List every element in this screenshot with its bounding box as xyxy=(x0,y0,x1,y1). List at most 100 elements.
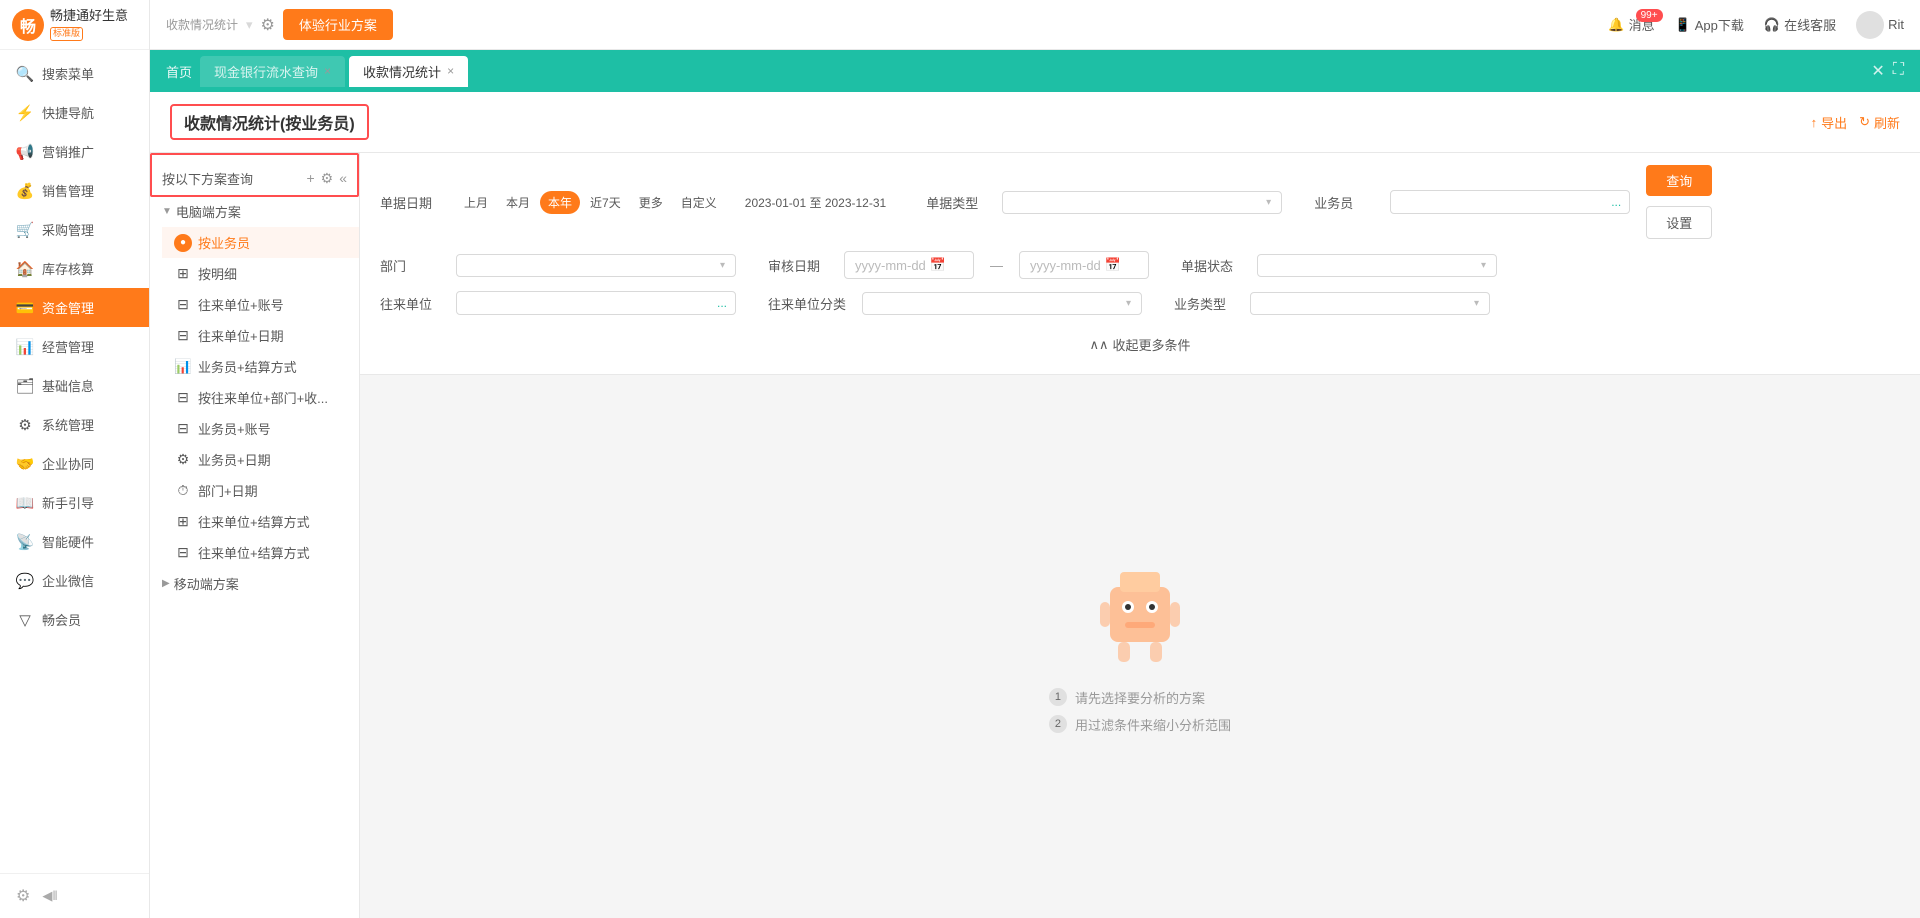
panel-header-actions: + ⚙ « xyxy=(306,170,347,187)
doc-status-select[interactable]: ▾ xyxy=(1257,254,1497,277)
empty-step-2: 2 用过滤条件来缩小分析范围 xyxy=(1049,715,1231,734)
sidebar-item-search-menu[interactable]: 🔍 搜索菜单 xyxy=(0,54,149,93)
panel-title: 按以下方案查询 xyxy=(162,169,253,188)
review-date-from[interactable]: yyyy-mm-dd 📅 xyxy=(844,251,974,279)
hardware-icon: 📡 xyxy=(16,533,34,551)
sidebar-item-finance[interactable]: 💳 资金管理 xyxy=(0,288,149,327)
sidebar-settings-icon[interactable]: ⚙ xyxy=(16,886,30,906)
tree-item-counterpart-dept[interactable]: ⊟ 按往来单位+部门+收... xyxy=(162,382,359,413)
counterpart-label: 往来单位 xyxy=(380,294,440,313)
avatar-img xyxy=(1856,11,1884,39)
desktop-group-header[interactable]: ▼ 电脑端方案 xyxy=(150,196,359,227)
tree-item-counterpart-settlement2[interactable]: ⊟ 往来单位+结算方式 xyxy=(162,537,359,568)
tree-item-salesman-date[interactable]: ⚙ 业务员+日期 xyxy=(162,444,359,475)
tab-bank-flow-close[interactable]: × xyxy=(324,64,331,78)
panel-collapse-icon[interactable]: « xyxy=(339,170,347,187)
date-tab-last-month[interactable]: 上月 xyxy=(456,191,496,214)
date-tab-this-year[interactable]: 本年 xyxy=(540,191,580,214)
sales-icon: 💰 xyxy=(16,182,34,200)
tree-item-salesman-account[interactable]: ⊟ 业务员+账号 xyxy=(162,413,359,444)
online-service-action[interactable]: 🎧 在线客服 xyxy=(1764,15,1836,34)
sidebar-item-quick-nav[interactable]: ⚡ 快捷导航 xyxy=(0,93,149,132)
tree-item-dept-date[interactable]: ⏱ 部门+日期 xyxy=(162,475,359,506)
guide-icon: 📖 xyxy=(16,494,34,512)
mobile-group-arrow: ▶ xyxy=(162,578,170,589)
content-area: 收款情况统计(按业务员) ↑ 导出 ↻ 刷新 按以下方案查询 xyxy=(150,92,1920,918)
doc-status-arrow: ▾ xyxy=(1481,260,1486,271)
mobile-group-header[interactable]: ▶ 移动端方案 xyxy=(150,568,359,599)
salesman-more-btn[interactable]: ... xyxy=(1611,195,1621,209)
tree-item-salesman-settlement[interactable]: 📊 业务员+结算方式 xyxy=(162,351,359,382)
sidebar-item-purchase[interactable]: 🛒 采购管理 xyxy=(0,210,149,249)
sidebar-item-guide[interactable]: 📖 新手引导 xyxy=(0,483,149,522)
settings-button[interactable]: 设置 xyxy=(1646,206,1712,239)
counterpart-input[interactable]: ... xyxy=(456,291,736,315)
sidebar-item-operation[interactable]: 📊 经营管理 xyxy=(0,327,149,366)
sidebar-collapse-icon[interactable]: ◀‖ xyxy=(42,888,57,904)
tab-collection-stats[interactable]: 收款情况统计 × xyxy=(349,56,468,87)
sidebar-item-member[interactable]: ▽ 畅会员 xyxy=(0,600,149,639)
sidebar-item-system[interactable]: ⚙ 系统管理 xyxy=(0,405,149,444)
desktop-group-arrow: ▼ xyxy=(162,206,172,217)
breadcrumb: 收款情况统计 xyxy=(166,16,238,33)
date-tab-more[interactable]: 更多 xyxy=(631,191,671,214)
biz-type-select[interactable]: ▾ xyxy=(1250,292,1490,315)
tab-collection-stats-close[interactable]: × xyxy=(447,64,454,78)
panel-add-icon[interactable]: + xyxy=(306,170,314,187)
tab-expand-icon[interactable]: ⛶ xyxy=(1893,61,1904,81)
panel-header: 按以下方案查询 + ⚙ « xyxy=(150,161,359,196)
sidebar-item-inventory[interactable]: 🏠 库存核算 xyxy=(0,249,149,288)
dept-select[interactable]: ▾ xyxy=(456,254,736,277)
tab-home[interactable]: 首页 xyxy=(166,62,192,81)
quick-nav-icon: ⚡ xyxy=(16,104,34,122)
query-button[interactable]: 查询 xyxy=(1646,165,1712,196)
tree-item-counterpart-account[interactable]: ⊟ 往来单位+账号 xyxy=(162,289,359,320)
date-tab-this-month[interactable]: 本月 xyxy=(498,191,538,214)
sidebar-item-corp[interactable]: 🤝 企业协同 xyxy=(0,444,149,483)
date-divider: — xyxy=(990,258,1003,273)
doc-type-select[interactable]: ▾ xyxy=(1002,191,1282,214)
counterpart-dept-icon: ⊟ xyxy=(174,389,192,407)
doc-status-label: 单据状态 xyxy=(1181,256,1241,275)
finance-icon: 💳 xyxy=(16,299,34,317)
salesman-settlement-icon: 📊 xyxy=(174,358,192,376)
sidebar-item-wechat[interactable]: 💬 企业微信 xyxy=(0,561,149,600)
header-gear-icon[interactable]: ⚙ xyxy=(261,15,275,35)
sidebar-item-hardware[interactable]: 📡 智能硬件 xyxy=(0,522,149,561)
tab-close-all-icon[interactable]: ✕ xyxy=(1871,61,1884,81)
sidebar-item-sales[interactable]: 💰 销售管理 xyxy=(0,171,149,210)
date-tab-last-7[interactable]: 近7天 xyxy=(582,191,629,214)
body-area: 按以下方案查询 + ⚙ « xyxy=(150,153,1920,918)
tree-item-counterpart-date[interactable]: ⊟ 往来单位+日期 xyxy=(162,320,359,351)
dept-date-icon: ⏱ xyxy=(174,482,192,500)
tree-item-by-detail[interactable]: ⊞ 按明细 xyxy=(162,258,359,289)
refresh-button[interactable]: ↻ 刷新 xyxy=(1859,113,1900,132)
sidebar-item-marketing[interactable]: 📢 营销推广 xyxy=(0,132,149,171)
empty-steps: 1 请先选择要分析的方案 2 用过滤条件来缩小分析范围 xyxy=(1049,688,1231,742)
tree-item-by-salesman[interactable]: ● 按业务员 xyxy=(162,227,359,258)
user-avatar[interactable]: Rit xyxy=(1856,11,1904,39)
calendar-icon-to: 📅 xyxy=(1105,257,1121,273)
salesman-input[interactable]: ... xyxy=(1390,190,1630,214)
sidebar-item-basic[interactable]: 🗂 基础信息 xyxy=(0,366,149,405)
tab-bank-flow[interactable]: 现金银行流水查询 × xyxy=(200,56,345,87)
inventory-icon: 🏠 xyxy=(16,260,34,278)
collapse-button[interactable]: ∧∧ 收起更多条件 xyxy=(1089,335,1190,354)
date-tab-custom[interactable]: 自定义 xyxy=(673,191,725,214)
export-button[interactable]: ↑ 导出 xyxy=(1811,113,1848,132)
trial-button[interactable]: 体验行业方案 xyxy=(283,9,393,40)
app-download-action[interactable]: 📱 App下载 xyxy=(1675,15,1744,34)
dept-arrow: ▾ xyxy=(720,260,725,271)
notification-action[interactable]: 🔔 消息 99+ xyxy=(1608,15,1654,34)
review-date-to[interactable]: yyyy-mm-dd 📅 xyxy=(1019,251,1149,279)
tree-item-counterpart-settlement1[interactable]: ⊞ 往来单位+结算方式 xyxy=(162,506,359,537)
main-area: 收款情况统计 ▾ ⚙ 体验行业方案 🔔 消息 99+ 📱 App下载 🎧 在线客… xyxy=(150,0,1920,918)
search-menu-icon: 🔍 xyxy=(16,65,34,83)
doc-type-arrow: ▾ xyxy=(1266,197,1271,208)
counterpart-cat-select[interactable]: ▾ xyxy=(862,292,1142,315)
basic-icon: 🗂 xyxy=(16,377,34,395)
counterpart-more-btn[interactable]: ... xyxy=(717,296,727,310)
sidebar: 畅 畅捷通好生意 标准版 🔍 搜索菜单 ⚡ 快捷导航 📢 营销推广 💰 销售管理… xyxy=(0,0,150,918)
panel-settings-icon[interactable]: ⚙ xyxy=(321,170,334,187)
page-title-box: 收款情况统计(按业务员) xyxy=(170,104,369,140)
